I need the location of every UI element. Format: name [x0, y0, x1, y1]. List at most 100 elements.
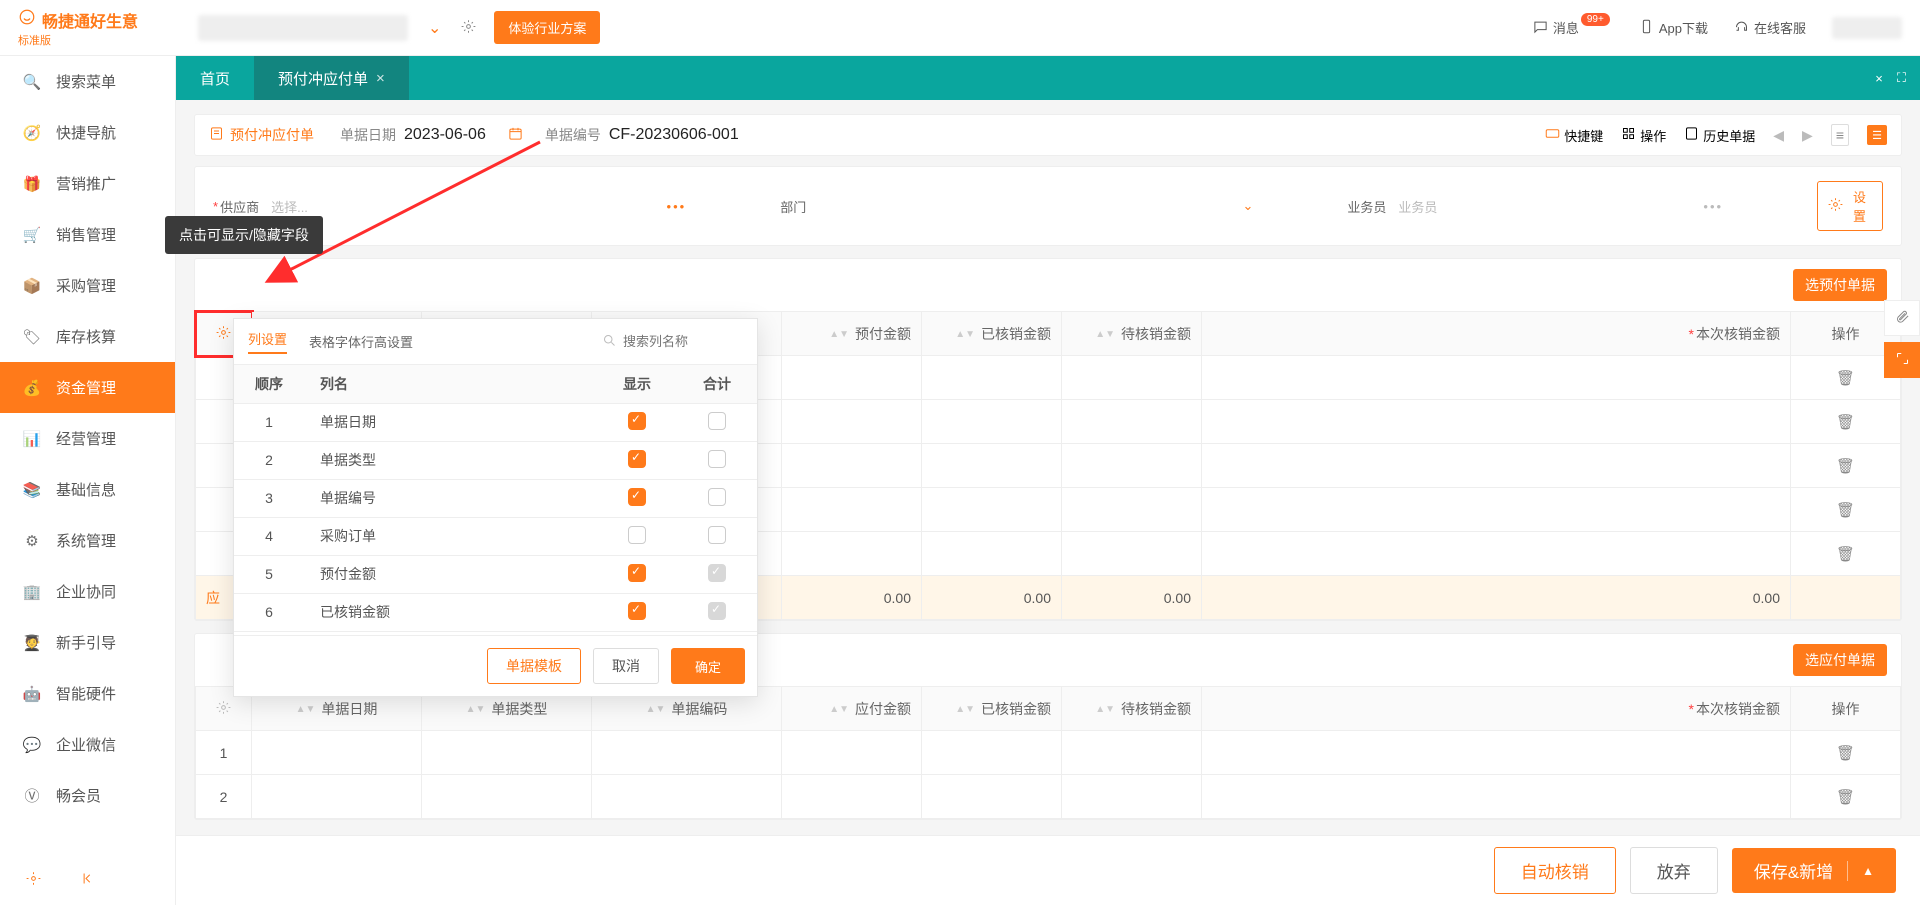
popup-th-name: 列名 [304, 365, 597, 403]
popup-order: 3 [234, 479, 304, 517]
delete-row-icon[interactable]: 🗑 [1836, 502, 1855, 519]
col2-pending[interactable]: ▲▼待核销金额 [1062, 687, 1202, 731]
right-float [1884, 300, 1920, 378]
calendar-icon[interactable] [508, 126, 523, 144]
nav-icon: 📚 [22, 480, 42, 500]
grid-icon [1621, 126, 1636, 144]
tab-close-icon[interactable]: × [376, 70, 385, 87]
delete-row-icon[interactable]: 🗑 [1836, 789, 1855, 806]
sidebar-item-8[interactable]: 📚基础信息 [0, 464, 175, 515]
confirm-button[interactable]: 确定 [671, 648, 745, 684]
sidebar-item-9[interactable]: ⚙系统管理 [0, 515, 175, 566]
show-checkbox[interactable] [628, 602, 646, 620]
select-prepay-button[interactable]: 选预付单据 [1793, 269, 1887, 301]
delete-row-icon[interactable]: 🗑 [1836, 370, 1855, 387]
history-button[interactable]: 历史单据 [1684, 126, 1755, 145]
select-payable-button[interactable]: 选应付单据 [1793, 644, 1887, 676]
doc-template-button[interactable]: 单据模板 [487, 648, 581, 684]
sidebar-item-0[interactable]: 🔍搜索菜单 [0, 56, 175, 107]
prev-doc-icon[interactable]: ◀ [1773, 127, 1784, 144]
nav-icon: 🧭 [22, 123, 42, 143]
col2-op: 操作 [1791, 687, 1901, 731]
experience-industry-button[interactable]: 体验行业方案 [494, 11, 600, 44]
sum-checkbox[interactable] [708, 412, 726, 430]
tab-home[interactable]: 首页 [176, 56, 254, 100]
nav-label: 资金管理 [56, 377, 116, 398]
delete-row-icon[interactable]: 🗑 [1836, 745, 1855, 762]
popup-row: 3单据编号 [234, 479, 757, 517]
sidebar-item-12[interactable]: 🤖智能硬件 [0, 668, 175, 719]
tab-close-all-icon[interactable]: × [1875, 71, 1883, 86]
messages-link[interactable]: 消息 99+ [1533, 18, 1613, 37]
sum-checkbox[interactable] [708, 450, 726, 468]
auto-verify-button[interactable]: 自动核销 [1494, 847, 1616, 894]
sidebar-item-6[interactable]: 💰资金管理 [0, 362, 175, 413]
tab-document[interactable]: 预付冲应付单 × [254, 56, 409, 100]
popup-tab-columns[interactable]: 列设置 [248, 329, 287, 354]
expand-icon[interactable] [1884, 342, 1920, 378]
show-checkbox[interactable] [628, 526, 646, 544]
biz-more-icon[interactable]: ••• [1703, 199, 1723, 214]
nav-label: 销售管理 [56, 224, 116, 245]
top-gear-icon[interactable] [461, 19, 476, 37]
view-list-icon[interactable]: ≡ [1831, 124, 1849, 146]
sidebar-item-3[interactable]: 🛒销售管理 [0, 209, 175, 260]
show-checkbox[interactable] [628, 450, 646, 468]
tab-fullscreen-icon[interactable]: ⛶ [1897, 70, 1906, 86]
sidebar-item-5[interactable]: 🏷库存核算 [0, 311, 175, 362]
col2-payable[interactable]: ▲▼应付金额 [782, 687, 922, 731]
biz-input[interactable]: 业务员 [1398, 197, 1598, 216]
footer-collapse-icon[interactable] [81, 871, 96, 889]
sidebar-item-13[interactable]: 💬企业微信 [0, 719, 175, 770]
support-link[interactable]: 在线客服 [1734, 18, 1806, 37]
footer-gear-icon[interactable] [26, 871, 41, 889]
popup-tab-font[interactable]: 表格字体行高设置 [309, 332, 413, 351]
popup-search-input[interactable] [623, 334, 743, 349]
org-caret-icon[interactable]: ⌄ [428, 18, 441, 38]
cancel-button[interactable]: 取消 [593, 648, 659, 684]
delete-row-icon[interactable]: 🗑 [1836, 546, 1855, 563]
popup-row: 4采购订单 [234, 517, 757, 555]
field-settings-button[interactable]: 设置 [1817, 181, 1883, 231]
show-checkbox[interactable] [628, 488, 646, 506]
sidebar-item-2[interactable]: 🎁营销推广 [0, 158, 175, 209]
totals-prepay: 0.00 [782, 576, 922, 620]
app-download-link[interactable]: App下载 [1639, 18, 1708, 37]
supplier-select[interactable]: 选择... [271, 197, 471, 216]
col-this[interactable]: *本次核销金额 [1202, 312, 1791, 356]
delete-row-icon[interactable]: 🗑 [1836, 458, 1855, 475]
col-verified[interactable]: ▲▼已核销金额 [922, 312, 1062, 356]
sidebar-item-11[interactable]: 🧑‍🎓新手引导 [0, 617, 175, 668]
discard-button[interactable]: 放弃 [1630, 847, 1718, 894]
sum-checkbox[interactable] [708, 526, 726, 544]
col2-verified[interactable]: ▲▼已核销金额 [922, 687, 1062, 731]
sidebar-item-7[interactable]: 📊经营管理 [0, 413, 175, 464]
popup-row: 1单据日期 [234, 403, 757, 441]
attachment-icon[interactable] [1884, 300, 1920, 336]
view-card-icon[interactable]: ☰ [1867, 125, 1887, 145]
col-pending[interactable]: ▲▼待核销金额 [1062, 312, 1202, 356]
next-doc-icon[interactable]: ▶ [1802, 127, 1813, 144]
dept-chevron-icon[interactable]: ⌄ [1243, 198, 1254, 214]
show-checkbox[interactable] [628, 412, 646, 430]
supplier-more-icon[interactable]: ••• [667, 199, 687, 214]
sidebar-item-10[interactable]: 🏢企业协同 [0, 566, 175, 617]
operate-button[interactable]: 操作 [1621, 126, 1666, 145]
table-row: 1🗑 [196, 731, 1901, 775]
save-and-new-button[interactable]: 保存&新增 ▲ [1732, 848, 1896, 893]
col-prepay[interactable]: ▲▼预付金额 [782, 312, 922, 356]
show-checkbox[interactable] [628, 564, 646, 582]
col2-this[interactable]: *本次核销金额 [1202, 687, 1791, 731]
nav-label: 畅会员 [56, 785, 101, 806]
sidebar-item-1[interactable]: 🧭快捷导航 [0, 107, 175, 158]
doc-date-value[interactable]: 2023-06-06 [404, 126, 486, 144]
shortcut-button[interactable]: 快捷键 [1545, 126, 1603, 145]
logo: 畅捷通好生意 标准版 [18, 8, 138, 48]
gear-icon [1828, 197, 1843, 215]
delete-row-icon[interactable]: 🗑 [1836, 414, 1855, 431]
leftnav-footer [0, 855, 175, 905]
sum-checkbox[interactable] [708, 488, 726, 506]
sidebar-item-4[interactable]: 📦采购管理 [0, 260, 175, 311]
app-bar: 畅捷通好生意 标准版 ⌄ 体验行业方案 消息 99+ App下载 在线客服 [0, 0, 1920, 56]
sidebar-item-14[interactable]: Ⓥ畅会员 [0, 770, 175, 821]
